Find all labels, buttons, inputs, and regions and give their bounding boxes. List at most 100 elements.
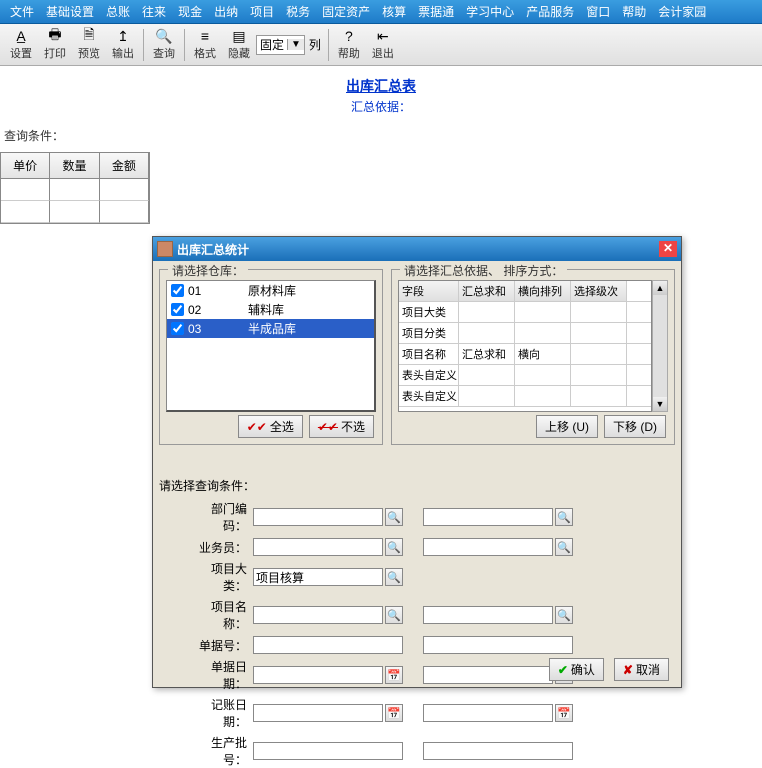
label-dept: 部门编码： [189,500,253,534]
tb-query[interactable]: 🔍查询 [147,26,181,63]
menu-cashier[interactable]: 出纳 [208,1,244,22]
sum-row[interactable]: 表头自定义 [399,365,651,386]
strike-icon: ✔✔ [318,420,338,434]
tb-settings[interactable]: A̲设置 [4,26,38,63]
sum-col-level[interactable]: 选择级次 [571,281,627,301]
sum-row[interactable]: 项目大类 [399,302,651,323]
col-price[interactable]: 单价 [1,153,50,178]
sum-row[interactable]: 项目名称汇总求和横向 [399,344,651,365]
menu-basic[interactable]: 基础设置 [40,1,100,22]
lookup-icon[interactable]: 🔍 [385,508,403,526]
input-pname-from[interactable] [253,606,383,624]
menu-cash[interactable]: 现金 [172,1,208,22]
scrollbar[interactable]: ▲▼ [652,280,668,412]
sum-row[interactable]: 项目分类 [399,323,651,344]
input-batch-from[interactable] [253,742,403,760]
warehouse-item[interactable]: 03半成品库 [167,319,374,338]
calendar-icon[interactable]: 📅 [385,704,403,722]
dialog-icon [157,241,173,257]
format-icon: ≡ [197,28,213,44]
input-category[interactable] [253,568,383,586]
input-docdate-to[interactable] [423,666,553,684]
checks-icon: ✔✔ [247,420,267,434]
select-none-button[interactable]: ✔✔不选 [309,415,374,438]
col-qty[interactable]: 数量 [50,153,99,178]
move-down-button[interactable]: 下移 (D) [604,415,666,438]
menu-gl[interactable]: 总账 [100,1,136,22]
lookup-icon[interactable]: 🔍 [555,538,573,556]
lookup-icon[interactable]: 🔍 [385,568,403,586]
sum-row[interactable]: 表头自定义 [399,386,651,407]
settings-icon: A̲ [13,28,29,44]
warehouse-item[interactable]: 02辅料库 [167,300,374,319]
input-dept-to[interactable] [423,508,553,526]
wh-check[interactable] [171,322,184,335]
warehouse-list[interactable]: 01原材料库 02辅料库 03半成品库 [166,280,376,412]
lookup-icon[interactable]: 🔍 [555,508,573,526]
menu-cost[interactable]: 核算 [376,1,412,22]
tb-exit[interactable]: ⇤退出 [366,26,400,63]
fixed-suffix: 列 [305,36,325,53]
input-docno-to[interactable] [423,636,573,654]
tb-hide[interactable]: ▤隐藏 [222,26,256,63]
tb-preview[interactable]: 🗎预览 [72,26,106,63]
menu-fa[interactable]: 固定资产 [316,1,376,22]
tb-format[interactable]: ≡格式 [188,26,222,63]
close-button[interactable]: ✕ [659,241,677,257]
content: 出库汇总表 汇总依据： 查询条件： 单价 数量 金额 出库汇总统计 ✕ 请选择仓… [0,66,762,632]
input-postdate-from[interactable] [253,704,383,722]
input-postdate-to[interactable] [423,704,553,722]
input-docno-from[interactable] [253,636,403,654]
dialog-title-text: 出库汇总统计 [177,241,249,258]
move-up-button[interactable]: 上移 (U) [536,415,598,438]
summary-table[interactable]: 字段 汇总求和 横向排列 选择级次 项目大类 项目分类 项目名称汇总求和横向 表… [398,280,652,412]
menu-file[interactable]: 文件 [4,1,40,22]
menu-home[interactable]: 会计家园 [652,1,712,22]
sum-col-sum[interactable]: 汇总求和 [459,281,515,301]
exit-icon: ⇤ [375,28,391,44]
combo-arrow-icon[interactable]: ▼ [287,39,304,50]
tb-fixed-combo[interactable]: ▼ [256,35,305,55]
wh-check[interactable] [171,284,184,297]
sum-col-field[interactable]: 字段 [399,281,459,301]
lookup-icon[interactable]: 🔍 [385,606,403,624]
lookup-icon[interactable]: 🔍 [385,538,403,556]
menu-window[interactable]: 窗口 [580,1,616,22]
scroll-down-icon[interactable]: ▼ [653,397,667,411]
menu-help[interactable]: 帮助 [616,1,652,22]
dialog-titlebar[interactable]: 出库汇总统计 ✕ [153,237,681,261]
menu-bill[interactable]: 票据通 [412,1,460,22]
input-dept-from[interactable] [253,508,383,526]
menu-ap[interactable]: 往来 [136,1,172,22]
calendar-icon[interactable]: 📅 [555,704,573,722]
lookup-icon[interactable]: 🔍 [555,606,573,624]
input-user-from[interactable] [253,538,383,556]
input-batch-to[interactable] [423,742,573,760]
summary-group-title: 请选择汇总依据、 排序方式： [400,262,567,279]
scroll-up-icon[interactable]: ▲ [653,281,667,295]
label-postdate: 记账日期： [189,696,253,730]
label-pname: 项目名称： [189,598,253,632]
ok-button[interactable]: ✔确认 [549,658,604,681]
menu-project[interactable]: 项目 [244,1,280,22]
fixed-input[interactable] [257,38,287,52]
menu-product[interactable]: 产品服务 [520,1,580,22]
tb-print[interactable]: 🖶打印 [38,26,72,63]
menu-learn[interactable]: 学习中心 [460,1,520,22]
input-docdate-from[interactable] [253,666,383,684]
col-amount[interactable]: 金额 [100,153,149,178]
warehouse-item[interactable]: 01原材料库 [167,281,374,300]
grid-header: 单价 数量 金额 [0,152,150,179]
sum-col-horiz[interactable]: 横向排列 [515,281,571,301]
query-conditions-label: 查询条件： [0,119,762,152]
menu-tax[interactable]: 税务 [280,1,316,22]
tb-output[interactable]: ↥输出 [106,26,140,63]
wh-check[interactable] [171,303,184,316]
select-all-button[interactable]: ✔✔全选 [238,415,303,438]
warehouse-group-title: 请选择仓库： [168,262,248,279]
calendar-icon[interactable]: 📅 [385,666,403,684]
input-user-to[interactable] [423,538,553,556]
tb-help[interactable]: ?帮助 [332,26,366,63]
cancel-button[interactable]: ✘取消 [614,658,669,681]
input-pname-to[interactable] [423,606,553,624]
